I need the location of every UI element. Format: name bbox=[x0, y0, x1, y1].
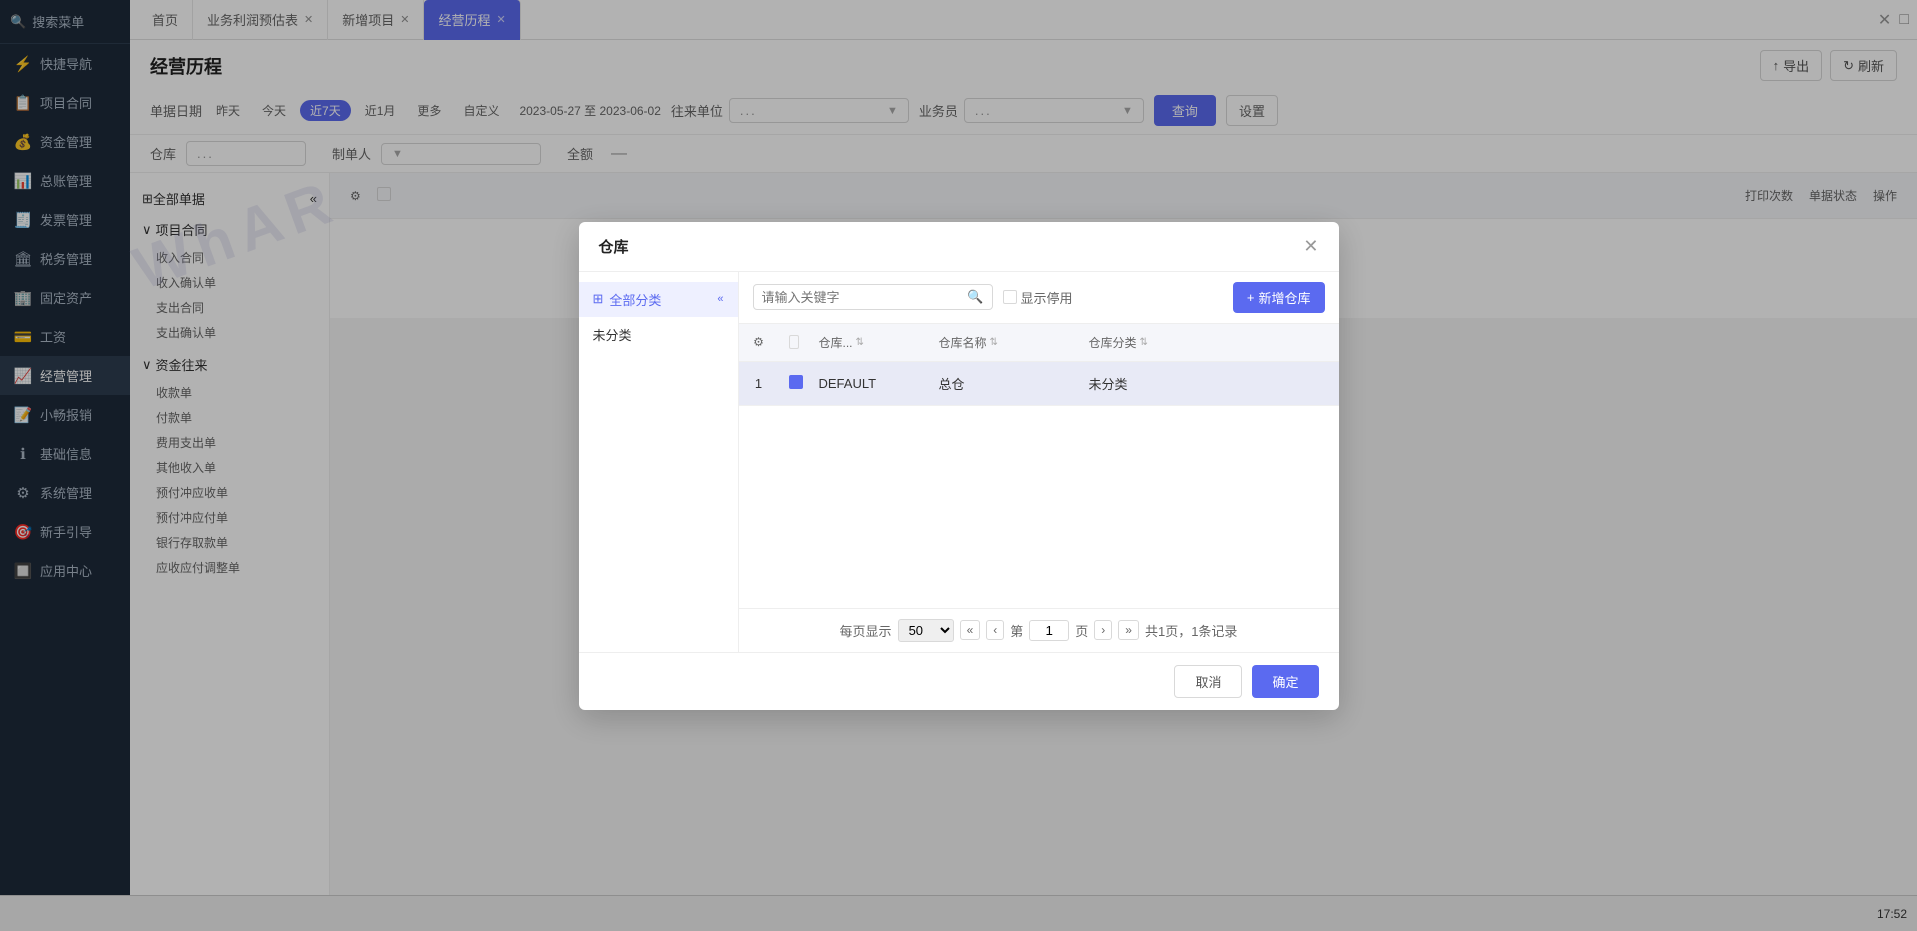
row-checkbox[interactable] bbox=[789, 375, 803, 389]
th-name-label: 仓库名称 bbox=[939, 334, 987, 351]
category-uncategorized-label: 未分类 bbox=[593, 325, 632, 344]
dialog-right-panel: 🔍 显示停用 + 新增仓库 bbox=[739, 272, 1339, 652]
modal-overlay: 仓库 ✕ ⊞ 全部分类 « 未分类 bbox=[0, 0, 1917, 931]
dialog-header: 仓库 ✕ bbox=[579, 222, 1339, 272]
dialog-pagination: 每页显示 50 100 « ‹ 第 页 › » 共1页，1条记录 bbox=[739, 608, 1339, 652]
search-icon: 🔍 bbox=[967, 289, 983, 305]
th-warehouse-code[interactable]: 仓库... ⇅ bbox=[809, 330, 929, 355]
code-sort-icon: ⇅ bbox=[856, 337, 864, 348]
show-disabled-label[interactable]: 显示停用 bbox=[1003, 288, 1073, 307]
td-name: 总仓 bbox=[929, 370, 1079, 397]
category-uncategorized[interactable]: 未分类 bbox=[579, 317, 738, 352]
cancel-button[interactable]: 取消 bbox=[1174, 665, 1242, 698]
per-page-select[interactable]: 50 100 bbox=[898, 619, 954, 642]
category-all-label: 全部分类 bbox=[609, 290, 661, 309]
th-warehouse-name[interactable]: 仓库名称 ⇅ bbox=[929, 330, 1079, 355]
show-disabled-text: 显示停用 bbox=[1021, 288, 1073, 307]
category-sort-icon: ⇅ bbox=[1140, 337, 1148, 348]
warehouse-table-header: ⚙ 仓库... ⇅ 仓库名称 ⇅ bbox=[739, 324, 1339, 362]
td-category: 未分类 bbox=[1079, 370, 1229, 397]
select-all-checkbox[interactable] bbox=[789, 335, 799, 349]
warehouse-table: ⚙ 仓库... ⇅ 仓库名称 ⇅ bbox=[739, 324, 1339, 608]
jump-label: 第 bbox=[1010, 621, 1023, 640]
warehouse-search-input[interactable] bbox=[762, 290, 964, 305]
th-warehouse-category[interactable]: 仓库分类 ⇅ bbox=[1079, 330, 1229, 355]
category-all-icon: ⊞ bbox=[593, 291, 604, 307]
warehouse-search-wrap[interactable]: 🔍 bbox=[753, 284, 993, 310]
last-page-btn[interactable]: » bbox=[1118, 620, 1139, 640]
dialog-inner: ⊞ 全部分类 « 未分类 🔍 bbox=[579, 272, 1339, 652]
th-settings: ⚙ bbox=[739, 331, 779, 353]
collapse-icon: « bbox=[717, 293, 723, 305]
prev-page-btn[interactable]: ‹ bbox=[986, 620, 1004, 640]
add-warehouse-button[interactable]: + 新增仓库 bbox=[1233, 282, 1325, 313]
dialog-body: ⊞ 全部分类 « 未分类 🔍 bbox=[579, 272, 1339, 652]
dialog-close-button[interactable]: ✕ bbox=[1303, 236, 1318, 257]
warehouse-table-row[interactable]: 1 DEFAULT 总仓 未分类 bbox=[739, 362, 1339, 406]
dialog-toolbar: 🔍 显示停用 + 新增仓库 bbox=[739, 272, 1339, 324]
page-number-input[interactable] bbox=[1029, 620, 1069, 641]
first-page-btn[interactable]: « bbox=[960, 620, 981, 640]
th-code-label: 仓库... bbox=[819, 334, 853, 351]
category-all[interactable]: ⊞ 全部分类 « bbox=[579, 282, 738, 317]
dialog-footer: 取消 确定 bbox=[579, 652, 1339, 710]
td-index: 1 bbox=[739, 372, 779, 395]
confirm-button[interactable]: 确定 bbox=[1252, 665, 1318, 698]
page-unit-label: 页 bbox=[1075, 621, 1088, 640]
name-sort-icon: ⇅ bbox=[990, 337, 998, 348]
dialog-category-panel: ⊞ 全部分类 « 未分类 bbox=[579, 272, 739, 652]
add-warehouse-label: 新增仓库 bbox=[1258, 288, 1310, 307]
add-icon: + bbox=[1247, 290, 1255, 305]
settings-icon: ⚙ bbox=[753, 335, 764, 349]
th-category-label: 仓库分类 bbox=[1089, 334, 1137, 351]
warehouse-dialog: 仓库 ✕ ⊞ 全部分类 « 未分类 bbox=[579, 222, 1339, 710]
th-checkbox[interactable] bbox=[779, 331, 809, 353]
next-page-btn[interactable]: › bbox=[1094, 620, 1112, 640]
dialog-title: 仓库 bbox=[599, 236, 629, 257]
per-page-label: 每页显示 bbox=[840, 621, 892, 640]
td-code: DEFAULT bbox=[809, 372, 929, 395]
show-disabled-checkbox[interactable] bbox=[1003, 290, 1017, 304]
td-checkbox[interactable] bbox=[779, 371, 809, 396]
total-label: 共1页，1条记录 bbox=[1145, 621, 1237, 640]
